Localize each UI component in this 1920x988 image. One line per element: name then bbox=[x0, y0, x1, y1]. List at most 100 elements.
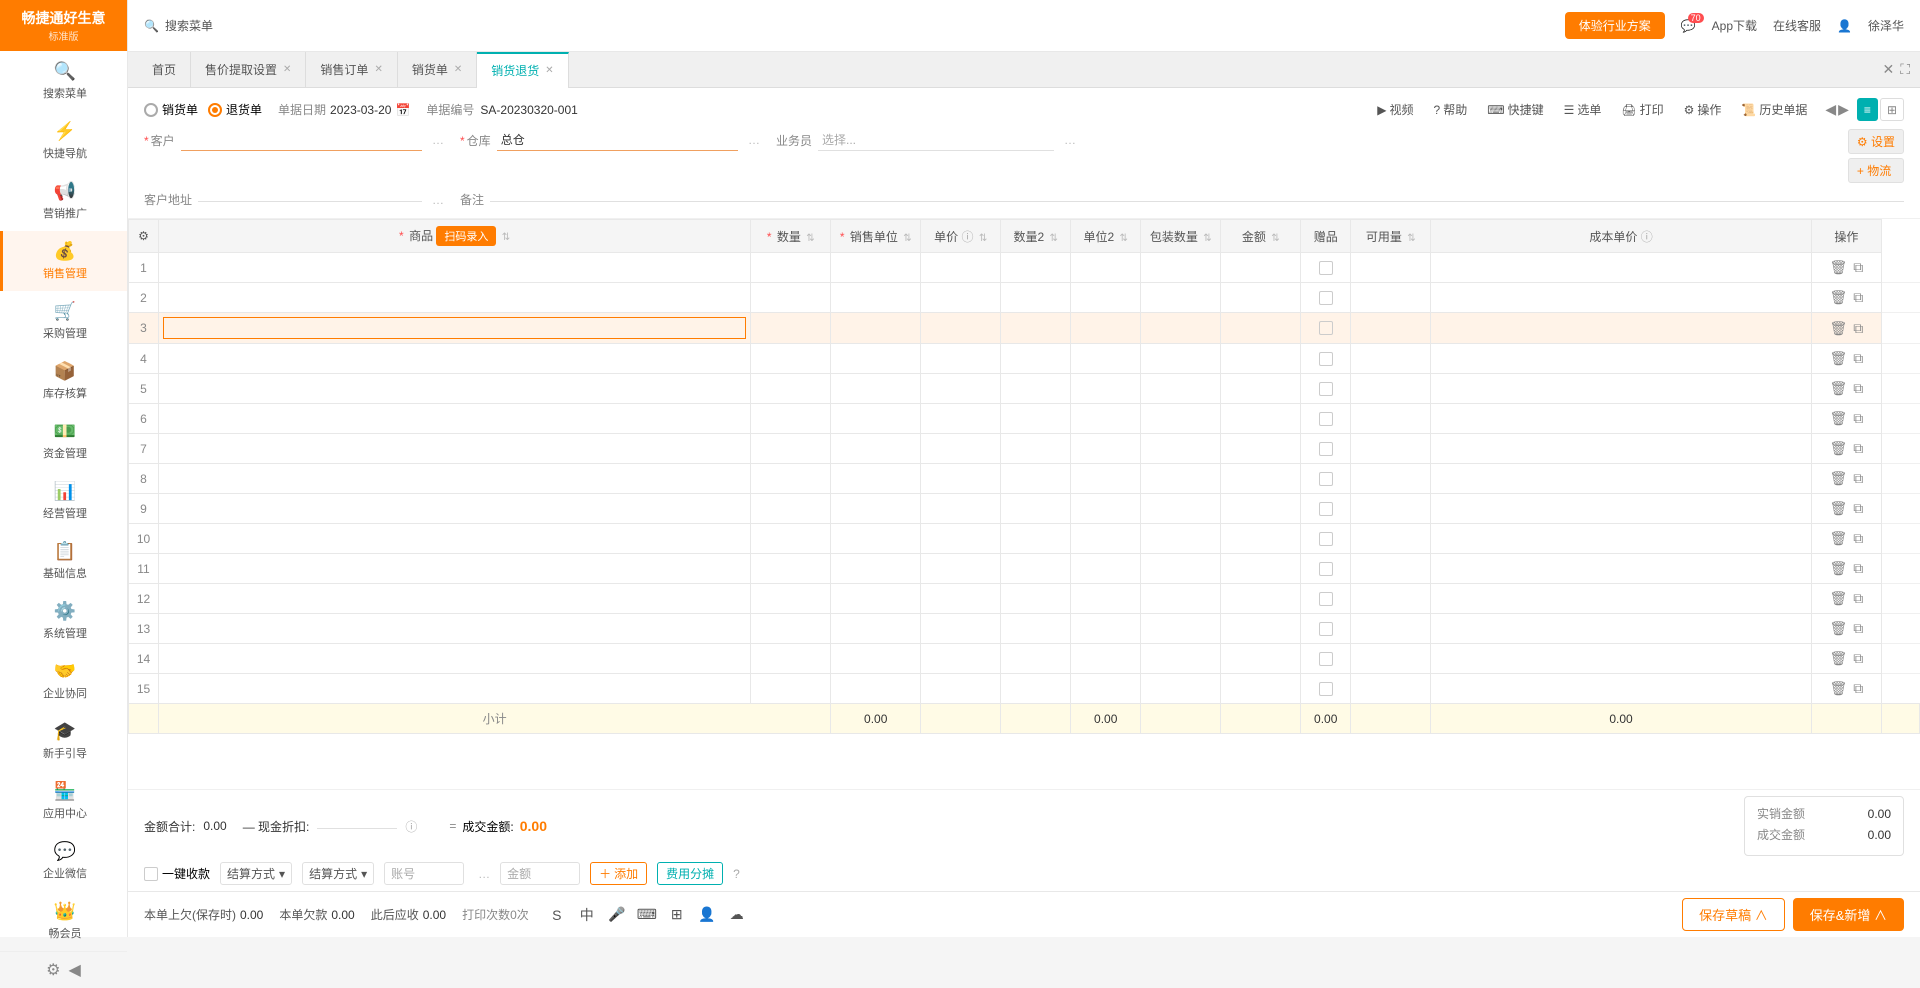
gift-checkbox[interactable] bbox=[1319, 592, 1333, 606]
save-new-btn[interactable]: 保存&新增 ∧ bbox=[1793, 898, 1904, 931]
tab-price[interactable]: 售价提取设置 ✕ bbox=[191, 52, 306, 88]
payment-method-select[interactable]: 结算方式 ▾ bbox=[220, 862, 292, 885]
amount-sort-icon[interactable]: ⇅ bbox=[1271, 233, 1279, 244]
pack-qty-cell[interactable] bbox=[1141, 344, 1221, 374]
maximize-icon[interactable]: ⛶ bbox=[1900, 61, 1910, 78]
product-cell[interactable] bbox=[159, 554, 751, 584]
customer-select-icon[interactable]: … bbox=[432, 133, 444, 147]
pack-qty-cell[interactable] bbox=[1141, 253, 1221, 283]
unit2-cell[interactable] bbox=[1071, 404, 1141, 434]
price-info-icon[interactable]: ⓘ bbox=[962, 230, 974, 244]
unit2-cell[interactable] bbox=[1071, 524, 1141, 554]
add-fee-btn[interactable]: ＋ 添加 bbox=[590, 862, 647, 885]
unit-cell[interactable] bbox=[831, 614, 921, 644]
qty-cell[interactable] bbox=[751, 644, 831, 674]
print-btn[interactable]: 🖨 打印 bbox=[1615, 98, 1669, 121]
sidebar-item-guide[interactable]: 🎓 新手引导 bbox=[0, 711, 127, 771]
copy-row-icon[interactable]: ⧉ bbox=[1853, 500, 1863, 517]
unit2-cell[interactable] bbox=[1071, 584, 1141, 614]
price-cell[interactable] bbox=[921, 494, 1001, 524]
qty2-sort-icon[interactable]: ⇅ bbox=[1050, 233, 1058, 244]
pack-qty-cell[interactable] bbox=[1141, 434, 1221, 464]
product-cell[interactable] bbox=[159, 674, 751, 704]
price-cell[interactable] bbox=[921, 253, 1001, 283]
grid-icon[interactable]: ⊞ bbox=[665, 903, 689, 927]
unit2-cell[interactable] bbox=[1071, 674, 1141, 704]
sidebar-item-basic[interactable]: 📋 基础信息 bbox=[0, 531, 127, 591]
next-arrow[interactable]: ▶ bbox=[1838, 101, 1849, 118]
tab-return[interactable]: 销货退货 ✕ bbox=[477, 52, 568, 88]
sidebar-item-appstore[interactable]: 🏪 应用中心 bbox=[0, 771, 127, 831]
fee-help-icon[interactable]: ? bbox=[733, 867, 740, 881]
copy-row-icon[interactable]: ⧉ bbox=[1853, 350, 1863, 367]
gift-checkbox[interactable] bbox=[1319, 652, 1333, 666]
card-view-btn[interactable]: ⊞ bbox=[1880, 98, 1904, 121]
operate-btn[interactable]: ⚙ 操作 bbox=[1678, 98, 1728, 121]
price-cell[interactable] bbox=[921, 464, 1001, 494]
product-cell[interactable] bbox=[159, 283, 751, 313]
delete-row-icon[interactable]: 🗑 bbox=[1830, 620, 1848, 637]
delete-row-icon[interactable]: 🗑 bbox=[1830, 350, 1848, 367]
sougou-icon[interactable]: S bbox=[545, 903, 569, 927]
unit-cell[interactable] bbox=[831, 313, 921, 344]
radio-sales[interactable]: 销货单 bbox=[144, 101, 198, 118]
shortcut-btn[interactable]: ⌨ 快捷键 bbox=[1481, 98, 1549, 121]
tab-home[interactable]: 首页 bbox=[138, 52, 191, 88]
qty2-cell[interactable] bbox=[1001, 434, 1071, 464]
delete-row-icon[interactable]: 🗑 bbox=[1830, 410, 1848, 427]
pack-qty-cell[interactable] bbox=[1141, 674, 1221, 704]
product-sort-icon[interactable]: ⇅ bbox=[502, 232, 510, 243]
scan-input-btn[interactable]: 扫码录入 bbox=[436, 226, 496, 246]
product-cell[interactable] bbox=[159, 253, 751, 283]
chinese-icon[interactable]: 中 bbox=[575, 903, 599, 927]
gift-checkbox[interactable] bbox=[1319, 502, 1333, 516]
qty2-cell[interactable] bbox=[1001, 283, 1071, 313]
price-cell[interactable] bbox=[921, 344, 1001, 374]
product-cell[interactable] bbox=[159, 644, 751, 674]
delete-row-icon[interactable]: 🗑 bbox=[1830, 259, 1848, 276]
unit-cell[interactable] bbox=[831, 494, 921, 524]
sidebar-item-inventory[interactable]: 📦 库存核算 bbox=[0, 351, 127, 411]
person-icon[interactable]: 👤 bbox=[695, 903, 719, 927]
amount-cell[interactable] bbox=[1221, 374, 1301, 404]
unit2-cell[interactable] bbox=[1071, 344, 1141, 374]
cost-info-icon[interactable]: ⓘ bbox=[1641, 230, 1653, 244]
account-select-dots[interactable]: … bbox=[478, 867, 490, 881]
setup-button[interactable]: ⚙ 设置 bbox=[1848, 129, 1904, 154]
calculate-method-select[interactable]: 结算方式 ▾ bbox=[302, 862, 374, 885]
price-cell[interactable] bbox=[921, 644, 1001, 674]
experience-btn[interactable]: 体验行业方案 bbox=[1565, 12, 1665, 39]
unit2-cell[interactable] bbox=[1071, 313, 1141, 344]
qty-cell[interactable] bbox=[751, 344, 831, 374]
qty-cell[interactable] bbox=[751, 554, 831, 584]
copy-row-icon[interactable]: ⧉ bbox=[1853, 320, 1863, 337]
account-input[interactable]: 账号 bbox=[384, 862, 464, 885]
qty-cell[interactable] bbox=[751, 313, 831, 344]
pack-qty-cell[interactable] bbox=[1141, 524, 1221, 554]
amount-cell[interactable] bbox=[1221, 344, 1301, 374]
topbar-search[interactable]: 🔍 搜索菜单 bbox=[144, 17, 213, 34]
tab-sales-close[interactable]: ✕ bbox=[454, 64, 462, 75]
warehouse-input[interactable]: 总仓 bbox=[497, 129, 738, 151]
unit2-cell[interactable] bbox=[1071, 554, 1141, 584]
unit-cell[interactable] bbox=[831, 253, 921, 283]
prev-arrow[interactable]: ◀ bbox=[1825, 101, 1836, 118]
qty-cell[interactable] bbox=[751, 494, 831, 524]
radio-return[interactable]: 退货单 bbox=[208, 101, 262, 118]
unit2-cell[interactable] bbox=[1071, 464, 1141, 494]
amount-cell[interactable] bbox=[1221, 674, 1301, 704]
price-cell[interactable] bbox=[921, 674, 1001, 704]
packqty-sort-icon[interactable]: ⇅ bbox=[1203, 233, 1211, 244]
qty-cell[interactable] bbox=[751, 584, 831, 614]
gift-checkbox[interactable] bbox=[1319, 442, 1333, 456]
qty2-cell[interactable] bbox=[1001, 344, 1071, 374]
pack-qty-cell[interactable] bbox=[1141, 614, 1221, 644]
video-btn[interactable]: ▶ 视频 bbox=[1371, 98, 1419, 121]
unit-sort-icon[interactable]: ⇅ bbox=[903, 233, 911, 244]
gift-checkbox[interactable] bbox=[1319, 622, 1333, 636]
copy-row-icon[interactable]: ⧉ bbox=[1853, 680, 1863, 697]
tab-sales[interactable]: 销货单 ✕ bbox=[398, 52, 477, 88]
unit-cell[interactable] bbox=[831, 404, 921, 434]
amount-input[interactable]: 金额 bbox=[500, 862, 580, 885]
delete-row-icon[interactable]: 🗑 bbox=[1830, 500, 1848, 517]
